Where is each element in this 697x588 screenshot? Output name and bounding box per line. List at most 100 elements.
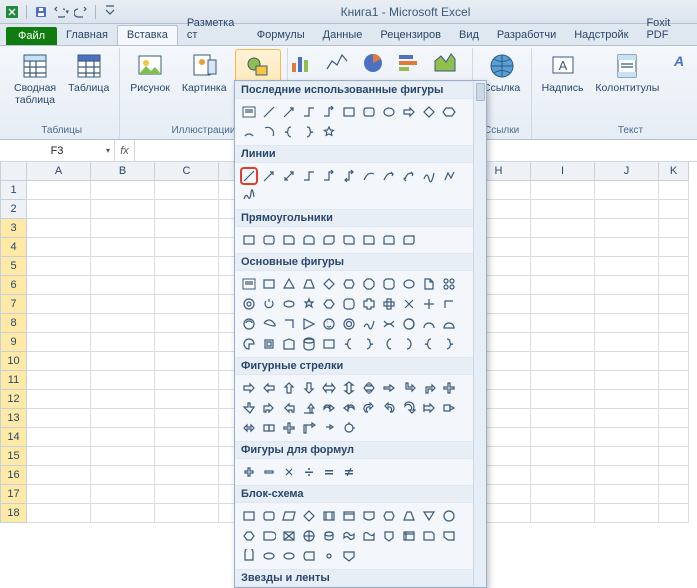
shape-item[interactable] xyxy=(340,379,358,397)
name-box[interactable]: F3 ▾ xyxy=(0,140,115,161)
shape-equals[interactable] xyxy=(320,463,338,481)
shape-arrow-right[interactable] xyxy=(400,103,418,121)
shape-item[interactable] xyxy=(300,507,318,525)
cell[interactable] xyxy=(531,200,595,219)
shape-item[interactable] xyxy=(280,419,298,437)
shape-item[interactable] xyxy=(240,379,258,397)
cell[interactable] xyxy=(91,447,155,466)
shape-textbox[interactable] xyxy=(240,103,258,121)
row-header[interactable]: 11 xyxy=(0,371,27,390)
column-chart-icon[interactable] xyxy=(289,51,317,79)
shape-item[interactable] xyxy=(420,379,438,397)
shape-item[interactable] xyxy=(240,527,258,545)
cell[interactable] xyxy=(659,295,689,314)
shape-item[interactable] xyxy=(300,335,318,353)
wordart-icon[interactable]: A xyxy=(669,51,691,73)
row-header[interactable]: 17 xyxy=(0,485,27,504)
shape-item[interactable] xyxy=(280,399,298,417)
bar-chart-icon[interactable] xyxy=(397,51,425,79)
cell[interactable] xyxy=(155,181,219,200)
cell[interactable] xyxy=(155,352,219,371)
cell[interactable] xyxy=(595,447,659,466)
tab-view[interactable]: Вид xyxy=(450,26,488,45)
shape-elbow[interactable] xyxy=(300,103,318,121)
cell[interactable] xyxy=(27,428,91,447)
cell[interactable] xyxy=(91,200,155,219)
shape-snip-round[interactable] xyxy=(340,231,358,249)
shape-curve[interactable] xyxy=(360,167,378,185)
cell[interactable] xyxy=(595,409,659,428)
row-header[interactable]: 9 xyxy=(0,333,27,352)
shape-elbow-double[interactable] xyxy=(340,167,358,185)
cell[interactable] xyxy=(531,447,595,466)
shape-item[interactable] xyxy=(400,379,418,397)
shape-item[interactable] xyxy=(440,295,458,313)
shape-item[interactable] xyxy=(360,527,378,545)
row-header[interactable]: 2 xyxy=(0,200,27,219)
shape-freeform-curve[interactable] xyxy=(420,167,438,185)
col-header[interactable]: A xyxy=(27,162,91,181)
shape-item[interactable] xyxy=(380,507,398,525)
shape-item[interactable] xyxy=(340,295,358,313)
shape-brace-right[interactable] xyxy=(300,123,318,141)
cell[interactable] xyxy=(659,333,689,352)
cell[interactable] xyxy=(595,333,659,352)
shape-item[interactable] xyxy=(340,335,358,353)
cell[interactable] xyxy=(91,409,155,428)
shape-multiply[interactable] xyxy=(280,463,298,481)
shape-item[interactable] xyxy=(340,547,358,565)
cell[interactable] xyxy=(659,504,689,523)
cell[interactable] xyxy=(91,428,155,447)
tab-file[interactable]: Файл xyxy=(6,27,57,45)
shape-item[interactable] xyxy=(260,335,278,353)
cell[interactable] xyxy=(27,485,91,504)
shape-line-selected[interactable] xyxy=(240,167,258,185)
row-header[interactable]: 8 xyxy=(0,314,27,333)
shape-item[interactable] xyxy=(320,419,338,437)
cell[interactable] xyxy=(155,333,219,352)
cell[interactable] xyxy=(531,504,595,523)
cell[interactable] xyxy=(531,371,595,390)
shape-line-double-arrow[interactable] xyxy=(280,167,298,185)
shape-rect[interactable] xyxy=(340,103,358,121)
row-header[interactable]: 1 xyxy=(0,181,27,200)
tab-addins[interactable]: Надстройк xyxy=(565,26,637,45)
shape-item[interactable] xyxy=(260,399,278,417)
shape-item[interactable] xyxy=(300,527,318,545)
cell[interactable] xyxy=(155,466,219,485)
shape-item[interactable] xyxy=(320,315,338,333)
shape-item[interactable] xyxy=(400,335,418,353)
cell[interactable] xyxy=(91,371,155,390)
tab-data[interactable]: Данные xyxy=(314,26,372,45)
cell[interactable] xyxy=(531,295,595,314)
shape-snip-2[interactable] xyxy=(300,231,318,249)
shape-item[interactable] xyxy=(360,507,378,525)
cell[interactable] xyxy=(155,447,219,466)
shape-item[interactable] xyxy=(240,507,258,525)
col-header[interactable]: B xyxy=(91,162,155,181)
tab-page-layout[interactable]: Разметка ст xyxy=(178,14,248,45)
shape-snip-1[interactable] xyxy=(280,231,298,249)
shape-item[interactable] xyxy=(300,399,318,417)
save-icon[interactable] xyxy=(33,4,49,20)
cell[interactable] xyxy=(659,219,689,238)
cell[interactable] xyxy=(595,200,659,219)
shape-item[interactable] xyxy=(340,399,358,417)
row-header[interactable]: 7 xyxy=(0,295,27,314)
cell[interactable] xyxy=(91,352,155,371)
shape-divide[interactable] xyxy=(300,463,318,481)
cell[interactable] xyxy=(531,219,595,238)
cell[interactable] xyxy=(659,428,689,447)
cell[interactable] xyxy=(27,219,91,238)
shape-item[interactable] xyxy=(440,507,458,525)
cell[interactable] xyxy=(155,371,219,390)
shape-item[interactable] xyxy=(300,379,318,397)
shape-item[interactable] xyxy=(280,507,298,525)
select-all-corner[interactable] xyxy=(0,162,27,181)
shape-scribble[interactable] xyxy=(240,187,258,205)
shape-item[interactable] xyxy=(380,399,398,417)
shape-item[interactable] xyxy=(380,275,398,293)
row-header[interactable]: 18 xyxy=(0,504,27,523)
shape-round-2-same[interactable] xyxy=(380,231,398,249)
shape-item[interactable] xyxy=(360,335,378,353)
